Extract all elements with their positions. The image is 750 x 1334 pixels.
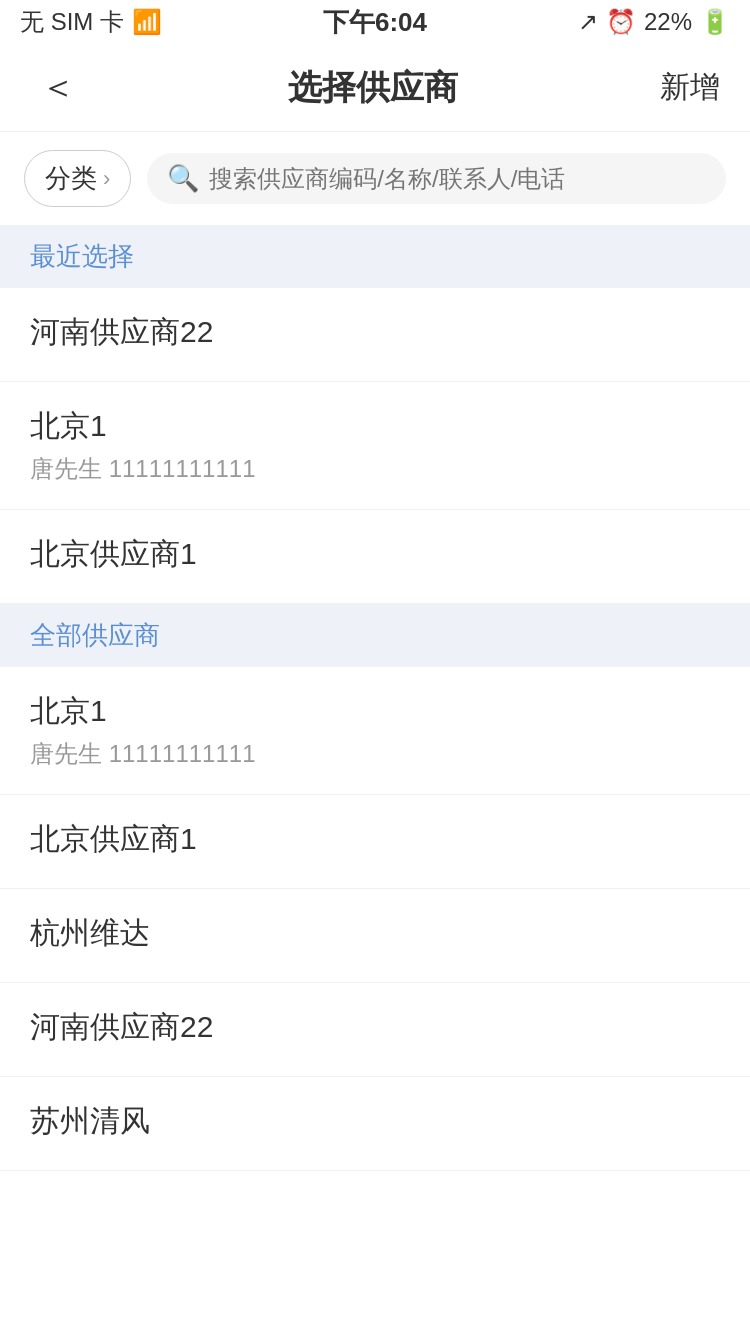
status-right: ↗ ⏰ 22% 🔋 — [578, 8, 730, 36]
recent-section-header: 最近选择 — [0, 225, 750, 288]
list-item[interactable]: 苏州清风 — [0, 1077, 750, 1171]
status-bar: 无 SIM 卡 📶 下午6:04 ↗ ⏰ 22% 🔋 — [0, 0, 750, 44]
chevron-right-icon: › — [103, 166, 110, 192]
list-item[interactable]: 杭州维达 — [0, 889, 750, 983]
all-section-header: 全部供应商 — [0, 604, 750, 667]
nav-bar: ＜ 选择供应商 新增 — [0, 44, 750, 132]
alarm-icon: ⏰ — [606, 8, 636, 36]
filter-bar: 分类 › 🔍 — [0, 132, 750, 225]
recent-list: 河南供应商22 北京1 唐先生 11111111111 北京供应商1 — [0, 288, 750, 604]
item-name: 北京1 — [30, 691, 720, 732]
search-box: 🔍 — [147, 153, 726, 204]
item-name: 苏州清风 — [30, 1101, 720, 1142]
category-button[interactable]: 分类 › — [24, 150, 131, 207]
category-label: 分类 — [45, 161, 97, 196]
carrier-label: 无 SIM 卡 — [20, 6, 124, 38]
list-item[interactable]: 北京供应商1 — [0, 510, 750, 604]
item-name: 北京1 — [30, 406, 720, 447]
list-item[interactable]: 河南供应商22 — [0, 288, 750, 382]
list-item[interactable]: 河南供应商22 — [0, 983, 750, 1077]
recent-section-label: 最近选择 — [30, 241, 134, 271]
all-section-label: 全部供应商 — [30, 620, 160, 650]
item-name: 北京供应商1 — [30, 819, 720, 860]
item-name: 北京供应商1 — [30, 534, 720, 575]
search-icon: 🔍 — [167, 163, 199, 194]
list-item[interactable]: 北京供应商1 — [0, 795, 750, 889]
new-action-button[interactable]: 新增 — [660, 67, 720, 108]
item-sub: 唐先生 11111111111 — [30, 453, 720, 485]
item-sub: 唐先生 11111111111 — [30, 738, 720, 770]
item-name: 杭州维达 — [30, 913, 720, 954]
status-time: 下午6:04 — [323, 5, 427, 40]
back-button[interactable]: ＜ — [30, 53, 86, 122]
status-left: 无 SIM 卡 📶 — [20, 6, 162, 38]
location-icon: ↗ — [578, 8, 598, 36]
all-list: 北京1 唐先生 11111111111 北京供应商1 杭州维达河南供应商22 苏州清风 — [0, 667, 750, 1171]
nav-title: 选择供应商 — [288, 65, 458, 111]
battery-icon: 🔋 — [700, 8, 730, 36]
battery-label: 22% — [644, 8, 692, 36]
item-name: 河南供应商22 — [30, 1007, 720, 1048]
search-input[interactable] — [209, 165, 706, 193]
item-name: 河南供应商22 — [30, 312, 720, 353]
list-item[interactable]: 北京1 唐先生 11111111111 — [0, 667, 750, 795]
list-item[interactable]: 北京1 唐先生 11111111111 — [0, 382, 750, 510]
wifi-icon: 📶 — [132, 8, 162, 36]
